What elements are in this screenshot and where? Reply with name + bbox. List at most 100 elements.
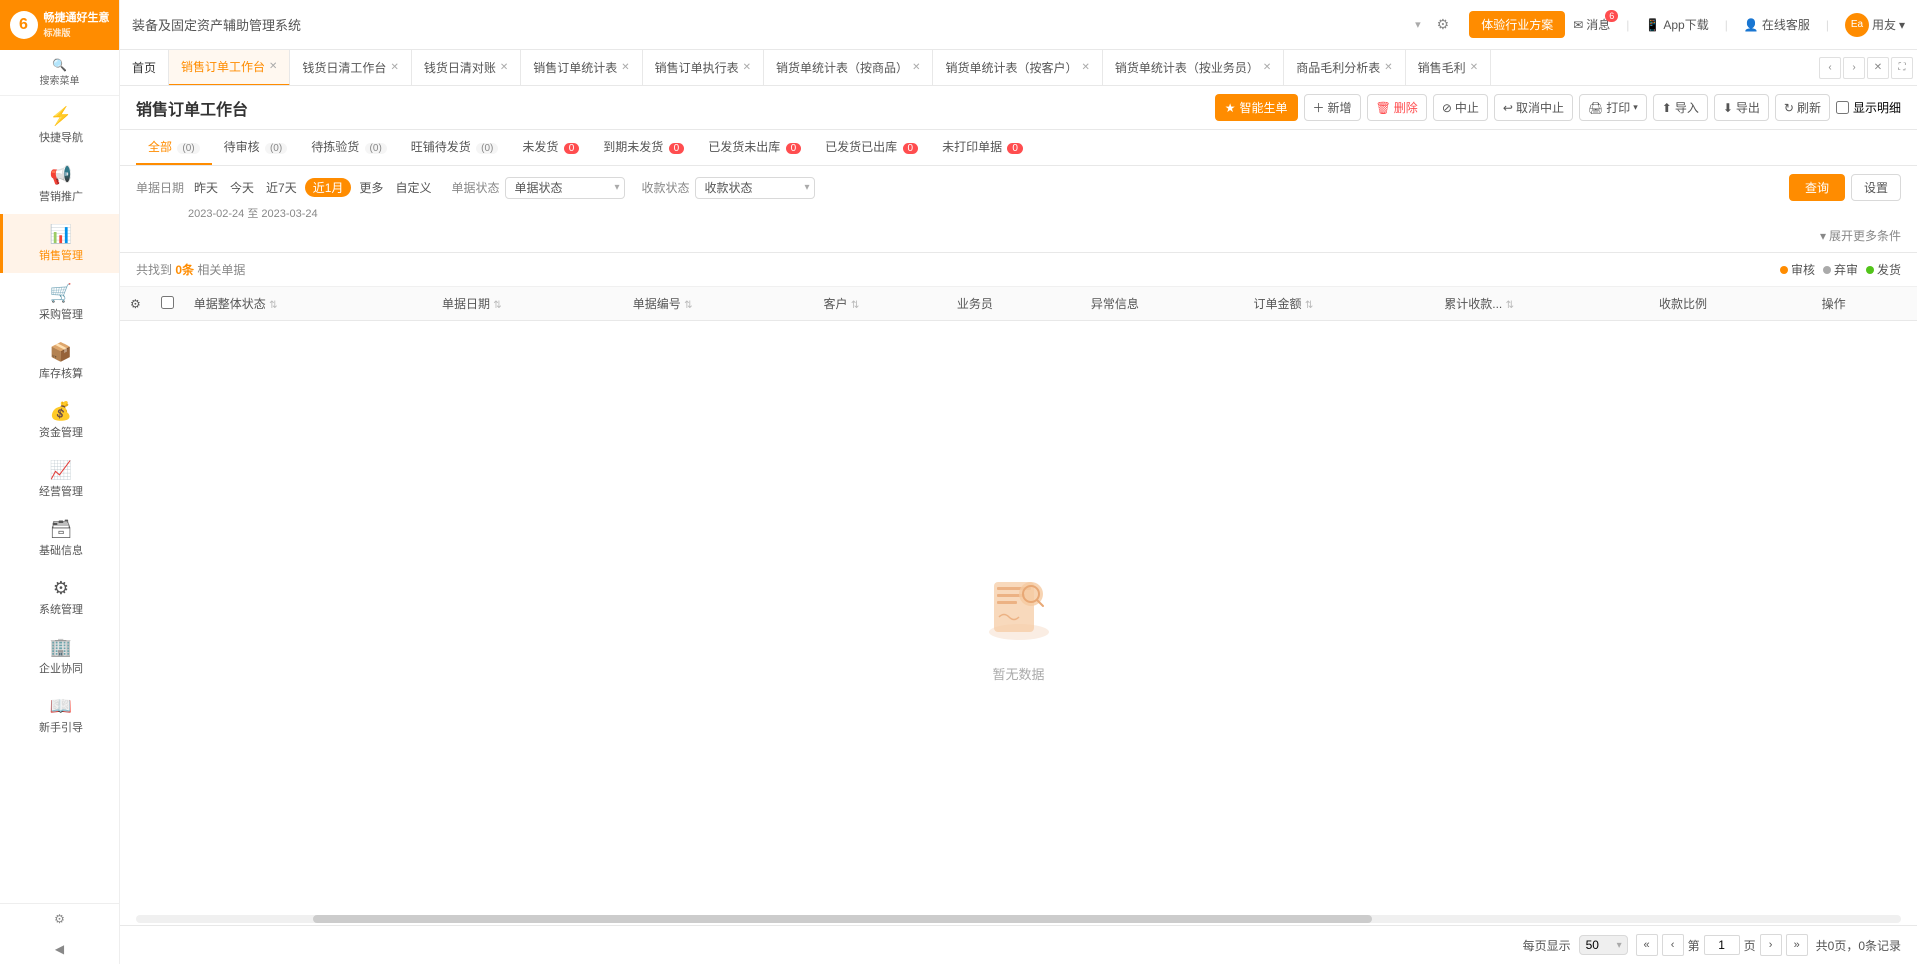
subtab-pending-check[interactable]: 待拣验货 (0) [299, 130, 399, 165]
tab-sales-stat-staff[interactable]: 销货单统计表（按业务员） ✕ [1103, 50, 1284, 86]
subtab-all[interactable]: 全部 (0) [136, 130, 212, 165]
add-btn[interactable]: ＋ 新增 [1304, 94, 1361, 121]
quick-abandon-btn[interactable]: 弃审 [1823, 261, 1858, 278]
sidebar-item-marketing[interactable]: 📢 营销推广 [0, 155, 119, 214]
delete-btn[interactable]: 🗑 删除 [1367, 94, 1427, 121]
tab-close-all[interactable]: ✕ [1867, 57, 1889, 79]
subtab-expired-unshipped[interactable]: 到期未发货 0 [591, 130, 696, 165]
tab-nav-buttons: ‹ › ✕ ⛶ [1815, 57, 1917, 79]
tab-sales-stat-customer-close[interactable]: ✕ [1081, 62, 1089, 73]
tab-fullscreen[interactable]: ⛶ [1891, 57, 1913, 79]
tab-sales-exec[interactable]: 销售订单执行表 ✕ [643, 50, 764, 86]
smart-gen-btn[interactable]: ★ 智能生单 [1215, 94, 1298, 121]
tab-sales-workbench[interactable]: 销售订单工作台 ✕ [169, 50, 290, 86]
sidebar-settings-btn[interactable]: ⚙ [0, 904, 119, 934]
th-check[interactable] [151, 287, 184, 321]
sidebar-item-quick-nav[interactable]: ⚡ 快捷导航 [0, 96, 119, 155]
table-scroll[interactable]: ⚙ 单据整体状态 ⇅ 单据日期 ⇅ [120, 287, 1917, 913]
tab-profit-analysis-close[interactable]: ✕ [1384, 62, 1392, 73]
prev-page-btn[interactable]: ‹ [1662, 934, 1684, 956]
tab-cash-reconcile-close[interactable]: ✕ [500, 62, 508, 73]
cancel-stop-btn[interactable]: ↩ 取消中止 [1494, 94, 1573, 121]
date-opt-more[interactable]: 更多 [355, 178, 387, 197]
sidebar-item-enterprise[interactable]: 🏢 企业协同 [0, 627, 119, 686]
tab-sales-profit[interactable]: 销售毛利 ✕ [1406, 50, 1491, 86]
show-detail-checkbox[interactable] [1836, 101, 1849, 114]
first-page-btn[interactable]: « [1636, 934, 1658, 956]
subtab-shipped-not-out[interactable]: 已发货未出库 0 [696, 130, 813, 165]
sort-date-icon[interactable]: ⇅ [493, 300, 501, 311]
subtab-shipped-out[interactable]: 已发货已出库 0 [813, 130, 930, 165]
tab-sales-profit-close[interactable]: ✕ [1470, 62, 1478, 73]
sidebar-collapse-btn[interactable]: ◀ [0, 934, 119, 964]
tab-sales-stat-customer[interactable]: 销货单统计表（按客户） ✕ [933, 50, 1102, 86]
hscroll-thumb[interactable] [313, 915, 1372, 923]
sidebar-item-basic-info[interactable]: 🗃 基础信息 [0, 509, 119, 568]
show-detail-toggle[interactable]: 显示明细 [1836, 99, 1901, 116]
app-download-btn[interactable]: 📱 App下载 [1645, 16, 1708, 33]
sidebar-item-sales[interactable]: 📊 销售管理 [0, 214, 119, 273]
system-dropdown-icon[interactable]: ▾ [1415, 18, 1421, 31]
expand-filter-btn[interactable]: ▾ 展开更多条件 [1820, 227, 1901, 244]
tab-cash-daily[interactable]: 钱货日清工作台 ✕ [290, 50, 411, 86]
sidebar-item-search[interactable]: 🔍 搜索菜单 [0, 50, 119, 96]
sidebar-item-inventory[interactable]: 📦 库存核算 [0, 332, 119, 391]
stop-btn[interactable]: ⊘ 中止 [1433, 94, 1488, 121]
tab-scroll-left[interactable]: ‹ [1819, 57, 1841, 79]
date-opt-7days[interactable]: 近7天 [262, 178, 301, 197]
sidebar-item-operations[interactable]: 📈 经营管理 [0, 450, 119, 509]
tab-sales-stat[interactable]: 销售订单统计表 ✕ [521, 50, 642, 86]
export-btn[interactable]: ⬇ 导出 [1714, 94, 1769, 121]
status-select[interactable]: 单据状态 [505, 177, 625, 199]
refresh-btn[interactable]: ↻ 刷新 [1775, 94, 1830, 121]
th-settings[interactable]: ⚙ [120, 287, 151, 321]
subtab-not-shipped[interactable]: 未发货 0 [510, 130, 591, 165]
tab-cash-daily-close[interactable]: ✕ [390, 62, 398, 73]
filter-settings-btn[interactable]: 设置 [1851, 174, 1901, 201]
date-opt-today[interactable]: 今天 [226, 178, 258, 197]
quick-audit-btn[interactable]: 审核 [1780, 261, 1815, 278]
import-btn[interactable]: ⬆ 导入 [1653, 94, 1708, 121]
sidebar-item-purchase[interactable]: 🛒 采购管理 [0, 273, 119, 332]
sort-amount-icon[interactable]: ⇅ [1305, 300, 1313, 311]
sidebar-item-system[interactable]: ⚙ 系统管理 [0, 568, 119, 627]
tab-sales-stat-staff-close[interactable]: ✕ [1263, 62, 1271, 73]
hscroll-bar[interactable] [136, 915, 1901, 923]
column-settings-icon[interactable]: ⚙ [130, 297, 141, 311]
tab-scroll-right[interactable]: › [1843, 57, 1865, 79]
sidebar-item-finance[interactable]: 💰 资金管理 [0, 391, 119, 450]
tab-sales-stat-close[interactable]: ✕ [621, 62, 629, 73]
next-page-btn[interactable]: › [1760, 934, 1782, 956]
print-btn[interactable]: 🖨 打印 ▾ [1579, 94, 1647, 121]
industry-btn[interactable]: 体验行业方案 [1469, 11, 1565, 38]
date-opt-custom[interactable]: 自定义 [391, 178, 435, 197]
sort-status-icon[interactable]: ⇅ [269, 300, 277, 311]
page-input[interactable] [1704, 935, 1740, 955]
subtab-pending-review[interactable]: 待审核 (0) [212, 130, 300, 165]
last-page-btn[interactable]: » [1786, 934, 1808, 956]
message-btn[interactable]: ✉ 消息 6 [1573, 16, 1610, 33]
payment-select[interactable]: 收款状态 [695, 177, 815, 199]
tab-sales-stat-product-close[interactable]: ✕ [912, 62, 920, 73]
subtab-unprinted[interactable]: 未打印单据 0 [930, 130, 1035, 165]
sort-number-icon[interactable]: ⇅ [684, 300, 692, 311]
subtab-wangpu-pending[interactable]: 旺铺待发货 (0) [399, 130, 511, 165]
query-btn[interactable]: 查询 [1789, 174, 1845, 201]
select-all-checkbox[interactable] [161, 296, 174, 309]
user-menu-btn[interactable]: Ea 用友 ▾ [1845, 13, 1905, 37]
date-opt-yesterday[interactable]: 昨天 [190, 178, 222, 197]
online-service-btn[interactable]: 👤 在线客服 [1744, 16, 1810, 33]
sidebar-item-guide[interactable]: 📖 新手引导 [0, 686, 119, 745]
date-opt-1month[interactable]: 近1月 [305, 178, 352, 197]
topbar-gear-icon[interactable]: ⚙ [1437, 16, 1450, 33]
sort-collected-icon[interactable]: ⇅ [1506, 300, 1514, 311]
tab-sales-stat-product[interactable]: 销货单统计表（按商品） ✕ [764, 50, 933, 86]
per-page-select[interactable]: 50 10 20 100 [1579, 935, 1628, 955]
quick-ship-btn[interactable]: 发货 [1866, 261, 1901, 278]
tab-profit-analysis[interactable]: 商品毛利分析表 ✕ [1284, 50, 1405, 86]
sort-customer-icon[interactable]: ⇅ [851, 300, 859, 311]
tab-cash-reconcile[interactable]: 钱货日清对账 ✕ [412, 50, 521, 86]
tab-home[interactable]: 首页 [120, 50, 169, 86]
tab-sales-exec-close[interactable]: ✕ [743, 62, 751, 73]
tab-sales-workbench-close[interactable]: ✕ [269, 61, 277, 72]
